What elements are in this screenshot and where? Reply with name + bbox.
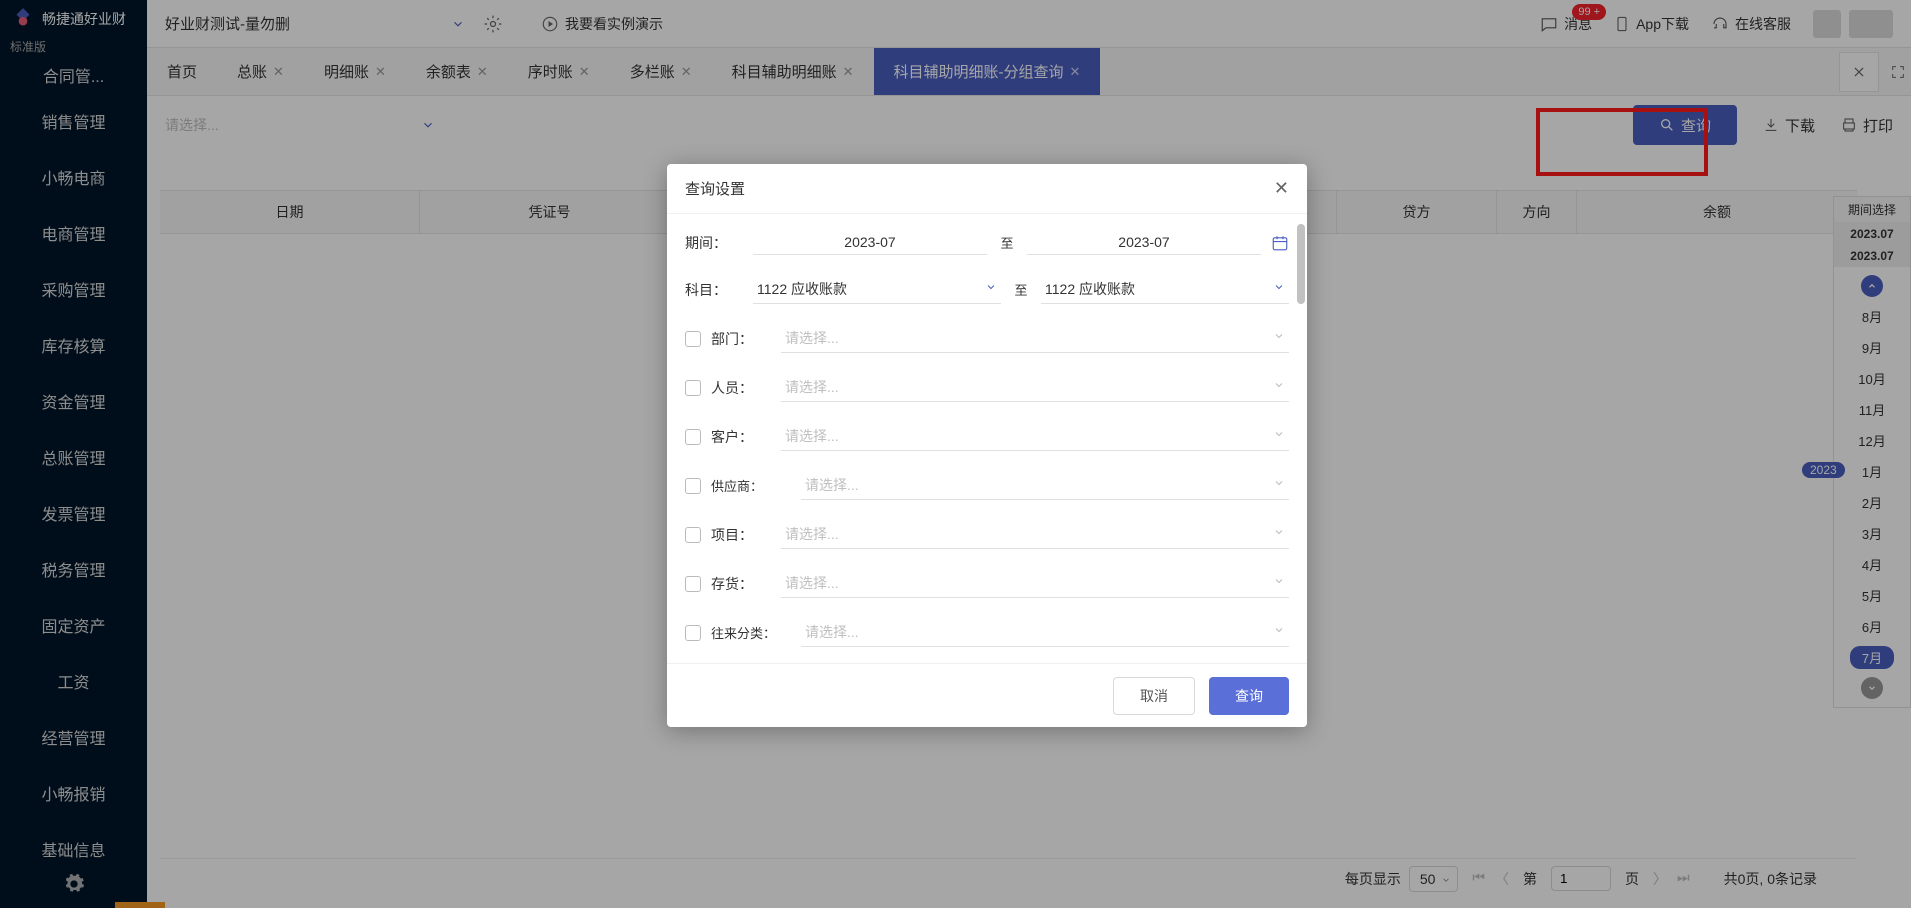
chevron-down-icon (1273, 379, 1285, 391)
chevron-down-icon (1273, 330, 1285, 342)
chevron-down-icon (1273, 526, 1285, 538)
select-department[interactable]: 请选择... (781, 324, 1289, 353)
cancel-button[interactable]: 取消 (1113, 677, 1195, 715)
calendar-icon[interactable] (1271, 234, 1289, 252)
chevron-down-icon (1273, 624, 1285, 636)
check-department[interactable] (685, 331, 701, 347)
to-label: 至 (997, 233, 1017, 252)
label-category: 往来分类： (711, 623, 791, 642)
ok-button[interactable]: 查询 (1209, 677, 1289, 715)
check-customer[interactable] (685, 429, 701, 445)
select-project[interactable]: 请选择... (781, 520, 1289, 549)
modal-scrollbar[interactable] (1297, 224, 1305, 304)
subject-from-select[interactable]: 1122 应收账款 (753, 275, 1001, 304)
subject-to-select[interactable]: 1122 应收账款 (1041, 275, 1289, 304)
select-category[interactable]: 请选择... (801, 618, 1289, 647)
label-person: 人员： (711, 378, 771, 398)
select-inventory[interactable]: 请选择... (781, 569, 1289, 598)
modal-close-button[interactable]: ✕ (1274, 178, 1289, 199)
period-label: 期间： (685, 233, 743, 253)
chevron-down-icon (1273, 281, 1285, 293)
check-vendor[interactable] (685, 478, 701, 494)
chevron-down-icon (1273, 575, 1285, 587)
period-from-input[interactable]: 2023-07 (753, 230, 987, 255)
subject-label: 科目： (685, 280, 743, 300)
label-inventory: 存货： (711, 574, 771, 594)
check-project[interactable] (685, 527, 701, 543)
label-customer: 客户： (711, 427, 771, 447)
period-to-input[interactable]: 2023-07 (1027, 230, 1261, 255)
modal-title: 查询设置 (685, 178, 745, 199)
label-vendor: 供应商： (711, 476, 791, 495)
query-settings-modal: 查询设置 ✕ 期间： 2023-07 至 2023-07 科目： 1122 应收… (667, 164, 1307, 727)
check-category[interactable] (685, 625, 701, 641)
check-person[interactable] (685, 380, 701, 396)
select-person[interactable]: 请选择... (781, 373, 1289, 402)
select-customer[interactable]: 请选择... (781, 422, 1289, 451)
label-project: 项目： (711, 525, 771, 545)
label-department: 部门： (711, 329, 771, 349)
select-vendor[interactable]: 请选择... (801, 471, 1289, 500)
check-inventory[interactable] (685, 576, 701, 592)
chevron-down-icon (1273, 477, 1285, 489)
chevron-down-icon (1273, 428, 1285, 440)
chevron-down-icon (985, 281, 997, 293)
to-label: 至 (1011, 280, 1031, 299)
